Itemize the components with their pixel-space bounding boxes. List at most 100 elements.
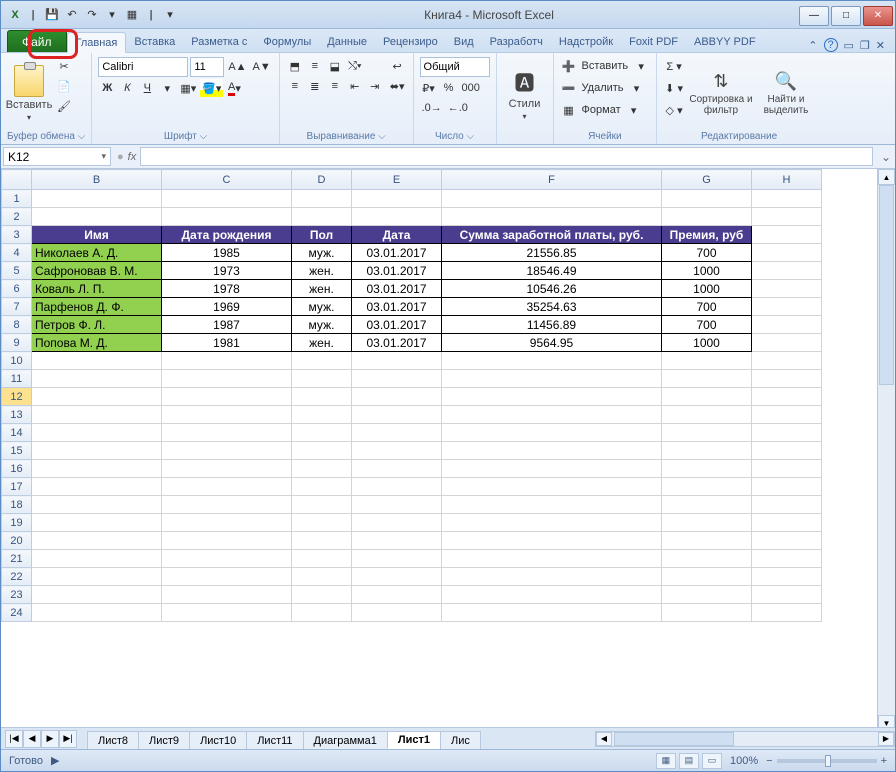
bold-button[interactable]: Ж <box>98 79 116 97</box>
cell-sum[interactable]: 11456.89 <box>442 316 662 334</box>
cell-name[interactable]: Парфенов Д. Ф. <box>32 298 162 316</box>
ribbon-tab-abbyy pdf[interactable]: ABBYY PDF <box>686 32 764 52</box>
cell[interactable] <box>662 442 752 460</box>
zoom-level[interactable]: 100% <box>730 755 758 767</box>
cell[interactable] <box>442 208 662 226</box>
cell-bonus[interactable]: 1000 <box>662 334 752 352</box>
cells-format[interactable]: Формат <box>580 101 623 119</box>
cell-sum[interactable]: 21556.85 <box>442 244 662 262</box>
cell[interactable] <box>292 190 352 208</box>
orientation-button[interactable]: ⤭▾ <box>346 57 364 75</box>
cell-bonus[interactable]: 1000 <box>662 280 752 298</box>
cell[interactable] <box>662 496 752 514</box>
font-color-button[interactable]: A▾ <box>225 79 243 97</box>
row-header[interactable]: 19 <box>2 514 32 532</box>
row-header[interactable]: 8 <box>2 316 32 334</box>
number-format-combo[interactable] <box>420 57 490 77</box>
cell[interactable] <box>662 568 752 586</box>
cell-date[interactable]: 03.01.2017 <box>352 334 442 352</box>
row-header[interactable]: 18 <box>2 496 32 514</box>
cell[interactable] <box>162 550 292 568</box>
table-header-cell[interactable]: Премия, руб <box>662 226 752 244</box>
cell[interactable] <box>292 406 352 424</box>
row-header[interactable]: 9 <box>2 334 32 352</box>
cell[interactable] <box>662 208 752 226</box>
sheet-tab[interactable]: Лист1 <box>387 731 441 749</box>
ribbon-tab-надстройк[interactable]: Надстройк <box>551 32 621 52</box>
font-name-combo[interactable] <box>98 57 188 77</box>
cells-insert-dd[interactable]: ▾ <box>632 57 650 75</box>
table-header-cell[interactable]: Дата <box>352 226 442 244</box>
cell[interactable] <box>752 280 822 298</box>
sheet-tab[interactable]: Лист10 <box>189 731 247 749</box>
cell-sex[interactable]: муж. <box>292 298 352 316</box>
cell[interactable] <box>352 352 442 370</box>
horizontal-scrollbar[interactable]: ◀ ▶ <box>595 731 895 747</box>
view-layout-icon[interactable]: ▤ <box>679 753 699 769</box>
cell[interactable] <box>352 388 442 406</box>
cell[interactable] <box>162 568 292 586</box>
cell[interactable] <box>352 406 442 424</box>
table-header-cell[interactable]: Имя <box>32 226 162 244</box>
cell[interactable] <box>32 604 162 622</box>
cell[interactable] <box>32 208 162 226</box>
cell[interactable] <box>292 478 352 496</box>
cell[interactable] <box>32 568 162 586</box>
zoom-thumb[interactable] <box>825 755 831 767</box>
cell[interactable] <box>162 586 292 604</box>
cell[interactable] <box>292 532 352 550</box>
cell[interactable] <box>162 388 292 406</box>
view-normal-icon[interactable]: ▦ <box>656 753 676 769</box>
sheet-nav-last-icon[interactable]: ▶| <box>59 730 77 748</box>
row-header[interactable]: 11 <box>2 370 32 388</box>
cell[interactable] <box>752 478 822 496</box>
cell[interactable] <box>442 370 662 388</box>
cells-delete-icon[interactable]: ➖ <box>560 79 578 97</box>
percent-button[interactable]: % <box>440 79 458 97</box>
align-left[interactable]: ≡ <box>286 77 304 95</box>
cell[interactable] <box>352 604 442 622</box>
cell[interactable] <box>442 604 662 622</box>
cell[interactable] <box>752 352 822 370</box>
ribbon-tab-данные[interactable]: Данные <box>319 32 375 52</box>
cell[interactable] <box>32 532 162 550</box>
zoom-in-icon[interactable]: + <box>881 755 887 767</box>
col-header[interactable]: G <box>662 170 752 190</box>
cell[interactable] <box>32 514 162 532</box>
cell[interactable] <box>292 550 352 568</box>
worksheet-grid[interactable]: BCDEFGH123ИмяДата рожденияПолДатаСумма з… <box>1 169 895 731</box>
ribbon-tab-разметка с[interactable]: Разметка с <box>183 32 255 52</box>
cell[interactable] <box>752 424 822 442</box>
ribbon-tab-foxit pdf[interactable]: Foxit PDF <box>621 32 686 52</box>
table-header-cell[interactable]: Сумма заработной платы, руб. <box>442 226 662 244</box>
autosum-button[interactable]: Σ ▾ <box>663 57 685 75</box>
col-header[interactable]: B <box>32 170 162 190</box>
row-header[interactable]: 1 <box>2 190 32 208</box>
cell[interactable] <box>162 406 292 424</box>
cell[interactable] <box>662 370 752 388</box>
row-header[interactable]: 22 <box>2 568 32 586</box>
scroll-up-icon[interactable]: ▲ <box>878 169 895 185</box>
cell[interactable] <box>662 424 752 442</box>
cell-bonus[interactable]: 700 <box>662 244 752 262</box>
cell[interactable] <box>352 568 442 586</box>
cell[interactable] <box>352 496 442 514</box>
cell[interactable] <box>162 208 292 226</box>
find-select-button[interactable]: 🔍 Найти и выделить <box>757 57 815 130</box>
cell[interactable] <box>162 604 292 622</box>
cell[interactable] <box>32 406 162 424</box>
qat-save[interactable]: 💾 <box>43 7 61 23</box>
cell-dob[interactable]: 1973 <box>162 262 292 280</box>
sheet-tab[interactable]: Лист11 <box>246 731 303 749</box>
cell[interactable] <box>662 586 752 604</box>
cell[interactable] <box>662 532 752 550</box>
border-button[interactable]: ▦▾ <box>178 79 198 97</box>
maximize-button[interactable]: □ <box>831 6 861 26</box>
close-button[interactable]: ✕ <box>863 6 893 26</box>
fx-button[interactable]: fx <box>128 151 137 163</box>
cell[interactable] <box>752 370 822 388</box>
clear-button[interactable]: ◇ ▾ <box>663 101 685 119</box>
cell-sum[interactable]: 9564.95 <box>442 334 662 352</box>
vertical-scrollbar[interactable]: ▲ ▼ <box>877 169 895 731</box>
cell[interactable] <box>32 496 162 514</box>
